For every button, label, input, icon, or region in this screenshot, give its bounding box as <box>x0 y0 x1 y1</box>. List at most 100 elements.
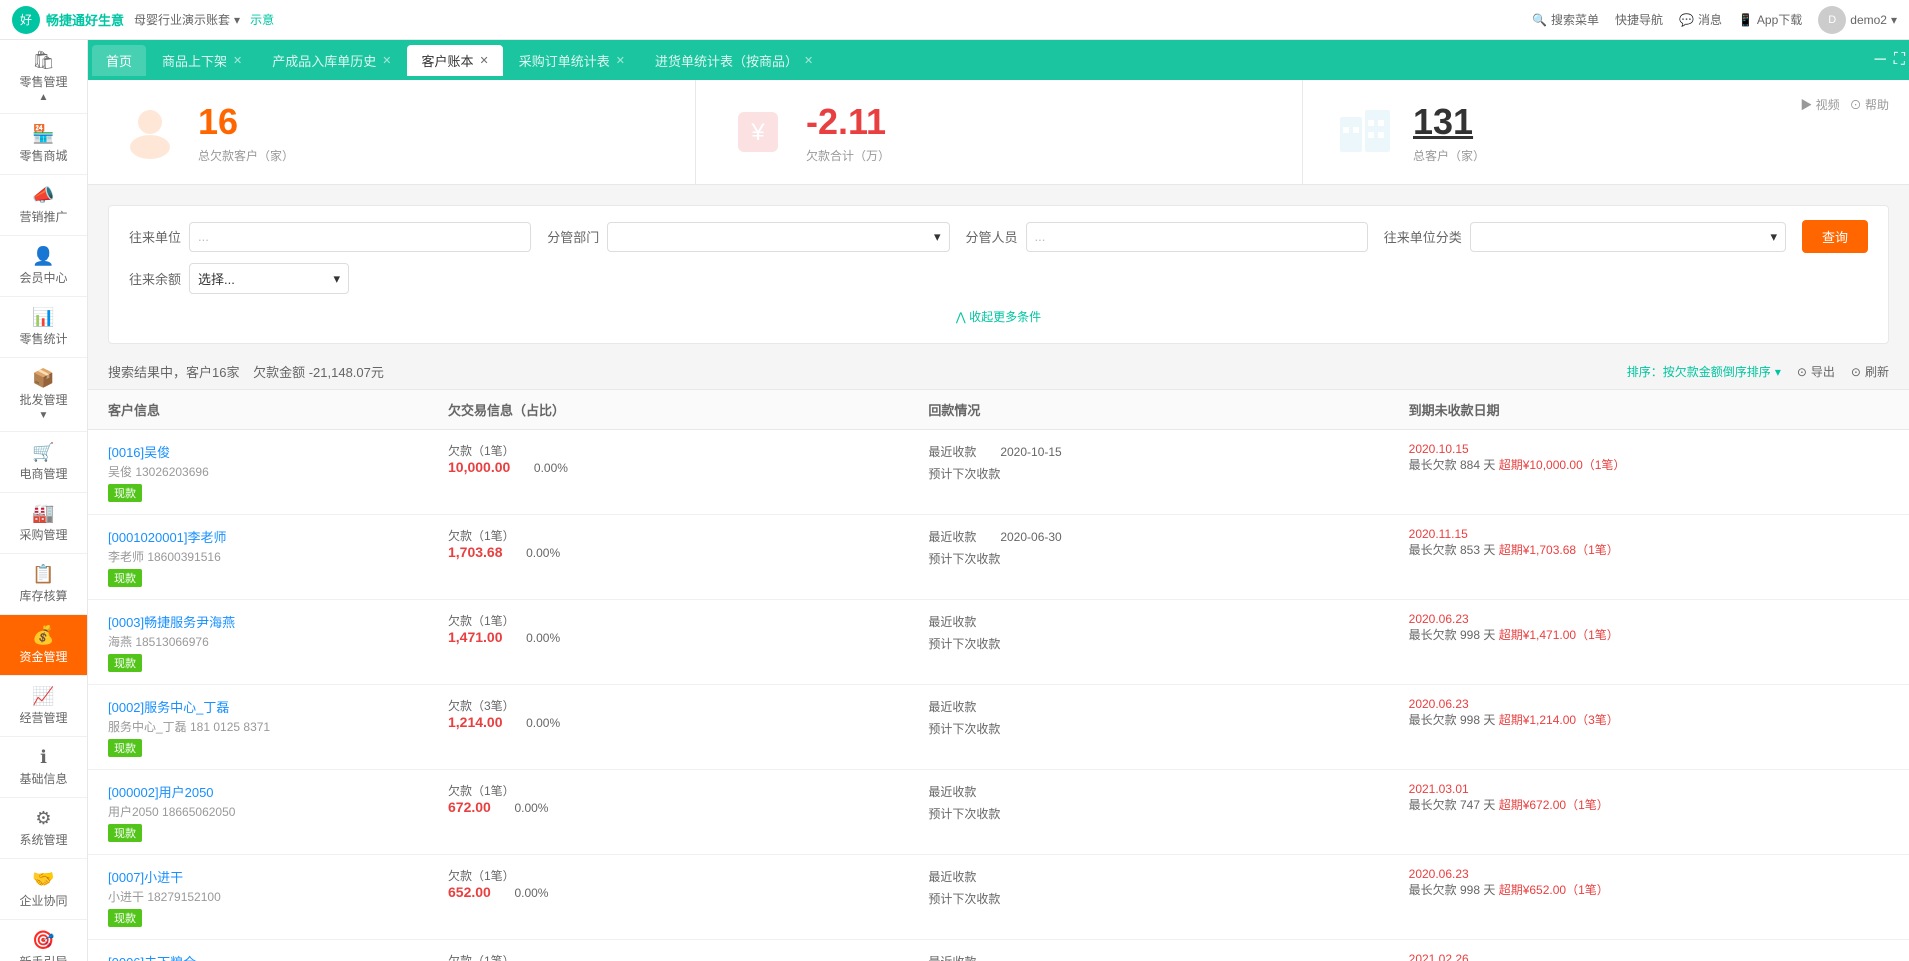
customer-tag: 现款 <box>108 739 142 757</box>
debt-count: 欠款（1笔） <box>448 782 928 799</box>
overdue-info: 2020.06.23 最长欠款 998 天 超期¥1,471.00（1笔） <box>1409 612 1889 672</box>
sidebar-label: 系统管理 <box>19 831 67 848</box>
tab-expand-icon[interactable]: ⛶ <box>1894 51 1905 69</box>
sidebar-item-retail-stats[interactable]: 📊 零售统计 <box>0 297 87 358</box>
customer-name-link[interactable]: [0001020001]李老师 <box>108 530 227 545</box>
overdue-info: 2021.03.01 最长欠款 747 天 超期¥672.00（1笔） <box>1409 782 1889 842</box>
last-payment: 最近收款 <box>928 952 1408 961</box>
debt-count: 欠款（1笔） <box>448 952 928 961</box>
next-payment: 预计下次收款 <box>928 549 1408 571</box>
search-menu[interactable]: 🔍 搜索菜单 <box>1532 11 1599 28</box>
sidebar-item-corp[interactable]: 🤝 企业协同 <box>0 859 87 920</box>
debt-amount[interactable]: 1,703.68 <box>448 544 503 560</box>
sidebar-item-members[interactable]: 👤 会员中心 <box>0 236 87 297</box>
tab-close-customer-account[interactable]: ✕ <box>480 54 489 67</box>
overdue-amount-link[interactable]: 超期¥1,471.00（1笔） <box>1499 628 1619 642</box>
last-payment: 最近收款 <box>928 697 1408 719</box>
customer-phone: 吴俊 13026203696 <box>108 463 448 480</box>
results-summary: 搜索结果中，客户16家 欠款金额 -21,148.07元 <box>108 362 384 381</box>
from-unit-input[interactable]: ... <box>189 222 531 252</box>
video-link[interactable]: ▶ 视频 <box>1800 96 1839 113</box>
tab-home[interactable]: 首页 <box>92 45 146 76</box>
balance-input[interactable]: 选择... ▾ <box>189 263 349 294</box>
overdue-amount-link[interactable]: 超期¥652.00（1笔） <box>1499 883 1609 897</box>
department-input[interactable]: ▾ <box>607 222 949 252</box>
sidebar-item-system[interactable]: ⚙ 系统管理 <box>0 798 87 859</box>
customer-name-link[interactable]: [0007]小进干 <box>108 870 183 885</box>
stats-row: 16 总欠款客户（家） ¥ -2.11 欠款合计（万） <box>88 80 1909 185</box>
last-payment: 最近收款 2020-10-15 <box>928 442 1408 464</box>
sidebar-item-operations[interactable]: 📈 经营管理 <box>0 676 87 737</box>
message-btn[interactable]: 💬 消息 <box>1679 11 1722 28</box>
stat-value-debt-amount: -2.11 <box>806 101 890 143</box>
debt-amount[interactable]: 1,214.00 <box>448 714 503 730</box>
tab-minimize-icon[interactable]: ─ <box>1874 51 1885 69</box>
customer-name-link[interactable]: [0006]去下粮仓 <box>108 955 196 961</box>
tab-close-products[interactable]: ✕ <box>233 54 242 67</box>
sidebar-item-basic[interactable]: ℹ 基础信息 <box>0 737 87 798</box>
stat-value-total-customers: 131 <box>1413 101 1485 143</box>
user-menu[interactable]: D demo2 ▾ <box>1818 6 1897 34</box>
batch-mgmt-icon: 📦 <box>32 368 54 389</box>
tab-close-production[interactable]: ✕ <box>382 54 391 67</box>
logo-area: 好 畅捷通好生意 <box>12 6 124 34</box>
search-button[interactable]: 查询 <box>1802 220 1868 253</box>
retail-stats-icon: 📊 <box>32 307 54 328</box>
debt-count: 欠款（1笔） <box>448 527 928 544</box>
customer-name-link[interactable]: [0003]畅捷服务尹海燕 <box>108 615 235 630</box>
sidebar-item-inventory[interactable]: 📋 库存核算 <box>0 554 87 615</box>
tab-close-purchase-goods[interactable]: ✕ <box>804 54 813 67</box>
tab-products[interactable]: 商品上下架 ✕ <box>148 45 256 76</box>
debt-amount[interactable]: 10,000.00 <box>448 459 510 475</box>
company-selector[interactable]: 母婴行业演示账套 ▾ <box>134 11 240 28</box>
customer-name-link[interactable]: [0002]服务中心_丁磊 <box>108 700 229 715</box>
customer-name-link[interactable]: [0016]吴俊 <box>108 445 170 460</box>
sidebar-item-retail-mall[interactable]: 🏪 零售商城 <box>0 114 87 175</box>
export-button[interactable]: ⊙ 导出 <box>1797 363 1835 380</box>
quick-nav[interactable]: 快捷导航 <box>1615 11 1663 28</box>
debt-amount[interactable]: 652.00 <box>448 884 491 900</box>
sidebar-item-marketing[interactable]: 📣 营销推广 <box>0 175 87 236</box>
sidebar-item-batch-mgmt[interactable]: 📦 批发管理 ▼ <box>0 358 87 432</box>
sidebar-item-purchase[interactable]: 🏭 采购管理 <box>0 493 87 554</box>
sidebar-item-retail-mgmt[interactable]: 🛍 零售管理 ▲ <box>0 40 87 114</box>
customer-info: [0002]服务中心_丁磊 服务中心_丁磊 181 0125 8371 现款 <box>108 697 448 757</box>
overdue-amount-link[interactable]: 超期¥10,000.00（1笔） <box>1499 458 1626 472</box>
collapse-bar[interactable]: ⋀ 收起更多条件 <box>129 304 1868 329</box>
sidebar-item-finance[interactable]: 💰 资金管理 <box>0 615 87 676</box>
app-download-btn[interactable]: 📱 App下载 <box>1738 11 1802 28</box>
help-icon: ⊙ <box>1850 98 1862 112</box>
retail-mall-icon: 🏪 <box>32 124 54 145</box>
debt-percent: 0.00% <box>526 631 560 645</box>
top-bar: 好 畅捷通好生意 母婴行业演示账套 ▾ 示意 🔍 搜索菜单 快捷导航 💬 消息 … <box>0 0 1909 40</box>
tab-purchase-goods[interactable]: 进货单统计表（按商品） ✕ <box>641 45 827 76</box>
last-payment: 最近收款 2020-06-30 <box>928 527 1408 549</box>
sort-button[interactable]: 排序：按欠款金额倒序排序 ▾ <box>1627 363 1781 380</box>
debt-amount[interactable]: 1,471.00 <box>448 629 503 645</box>
debt-percent: 0.00% <box>514 886 548 900</box>
sidebar-toggle[interactable]: 示意 <box>250 11 274 28</box>
sidebar-item-ecommerce[interactable]: 🛒 电商管理 <box>0 432 87 493</box>
inventory-icon: 📋 <box>32 564 54 585</box>
phone-icon: 📱 <box>1738 13 1753 27</box>
sidebar-item-newbie[interactable]: 🎯 新手引导 <box>0 920 87 961</box>
overdue-amount-link[interactable]: 超期¥1,214.00（3笔） <box>1499 713 1619 727</box>
tab-close-purchase-stats[interactable]: ✕ <box>616 54 625 67</box>
tab-production[interactable]: 产成品入库单历史 ✕ <box>258 45 405 76</box>
tab-purchase-stats[interactable]: 采购订单统计表 ✕ <box>505 45 639 76</box>
tab-customer-account[interactable]: 客户账本 ✕ <box>407 45 502 76</box>
overdue-amount-link[interactable]: 超期¥1,703.68（1笔） <box>1499 543 1619 557</box>
debt-info: 欠款（1笔） 652.00 0.00% <box>448 867 928 927</box>
total-customers-icon <box>1333 100 1397 164</box>
overdue-amount-link[interactable]: 超期¥672.00（1笔） <box>1499 798 1609 812</box>
person-input[interactable]: ... <box>1026 222 1368 252</box>
next-payment: 预计下次收款 <box>928 464 1408 486</box>
debt-amount[interactable]: 672.00 <box>448 799 491 815</box>
unit-type-input[interactable]: ▾ <box>1470 222 1786 252</box>
overdue-days: 最长欠款 747 天 <box>1409 798 1499 812</box>
top-bar-right: 🔍 搜索菜单 快捷导航 💬 消息 📱 App下载 D demo2 ▾ <box>1532 6 1897 34</box>
customer-name-link[interactable]: [000002]用户2050 <box>108 785 214 800</box>
refresh-button[interactable]: ⊙ 刷新 <box>1851 363 1889 380</box>
chevron-down-icon: ▾ <box>333 271 340 287</box>
help-link[interactable]: ⊙ 帮助 <box>1850 96 1889 113</box>
